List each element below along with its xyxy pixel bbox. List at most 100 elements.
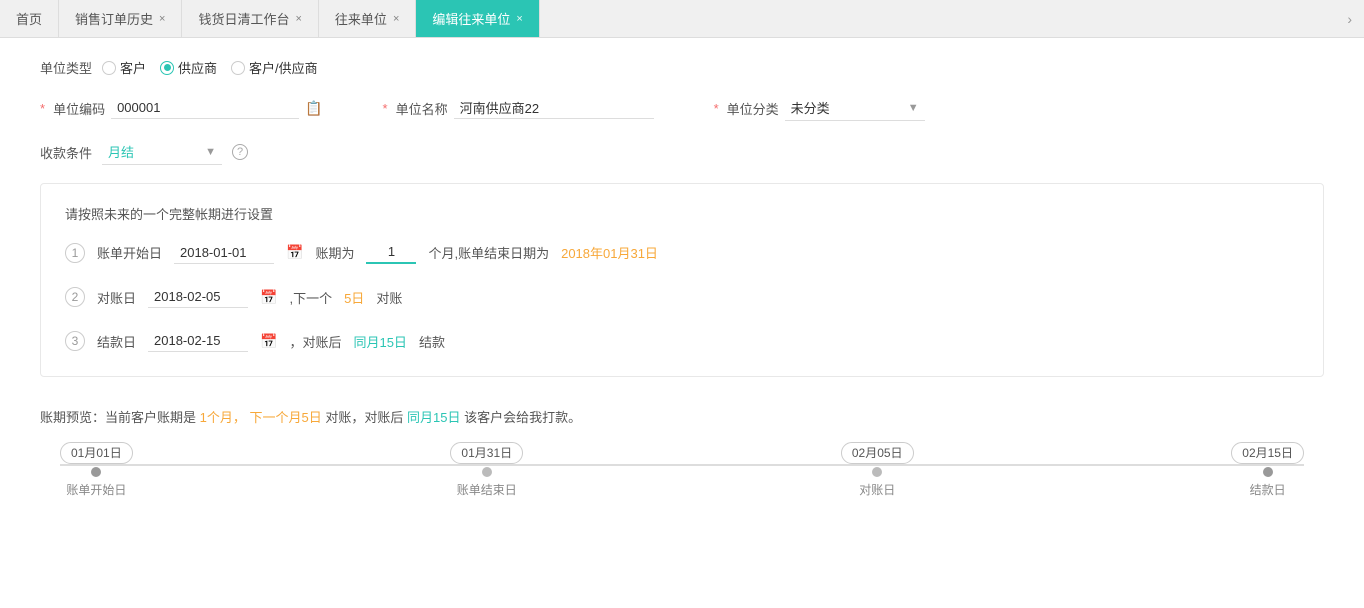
row1-end-date-highlight: 2018年01月31日 <box>561 243 658 262</box>
code-name-class-row: * 单位编码 📋 * 单位名称 * 单位分类 未分类 ▼ <box>40 95 1324 121</box>
timeline-points: 01月01日 账单开始日 01月31日 账单结束日 02月05日 对账日 <box>60 444 1304 498</box>
tab-home-label: 首页 <box>16 9 42 28</box>
preview-label: 账期预览：当前客户账期是 <box>40 410 196 425</box>
tab-partner-close[interactable]: × <box>393 13 399 25</box>
tab-partner[interactable]: 往来单位 × <box>319 0 416 37</box>
row-num-1: 1 <box>65 243 85 263</box>
preview-part1: 1个月， <box>200 410 246 425</box>
tab-sales-history-close[interactable]: × <box>159 13 165 25</box>
period-input[interactable] <box>366 241 416 264</box>
row2-prefix: ,下一个 <box>289 288 332 307</box>
unit-type-row: 单位类型 客户 供应商 客户/供应商 <box>40 58 1324 77</box>
timeline-point-1: 01月01日 账单开始日 <box>60 444 133 498</box>
row3-label: 结款日 <box>97 332 136 351</box>
payment-row: 收款条件 月结 ▼ ? <box>40 139 1324 165</box>
reconcile-date-calendar-icon[interactable]: 📅 <box>260 289 277 306</box>
tab-sales-history-label: 销售订单历史 <box>75 9 153 28</box>
payment-help-icon[interactable]: ? <box>232 144 248 160</box>
radio-both-label: 客户/供应商 <box>249 58 318 77</box>
unit-class-group: * 单位分类 未分类 ▼ <box>714 95 925 121</box>
timeline-wrapper: 01月01日 账单开始日 01月31日 账单结束日 02月05日 对账日 <box>40 444 1324 498</box>
unit-code-star: * <box>40 101 45 116</box>
settings-box-title: 请按照未来的一个完整帐期进行设置 <box>65 204 1299 223</box>
unit-code-label: 单位编码 <box>53 99 105 118</box>
unit-name-input[interactable] <box>454 97 654 119</box>
row1-suffix-after: 个月,账单结束日期为 <box>428 243 549 262</box>
unit-class-select[interactable]: 未分类 ▼ <box>785 95 925 121</box>
preview-part2: 下一个月5日 <box>250 410 322 425</box>
radio-supplier[interactable]: 供应商 <box>160 58 217 77</box>
timeline-badge-3: 02月05日 <box>841 444 914 461</box>
settings-row-1: 1 账单开始日 📅 账期为 个月,账单结束日期为 2018年01月31日 <box>65 241 1299 264</box>
preview-part5: 该客户会给我打款。 <box>464 410 581 425</box>
row2-suffix: 对账 <box>376 288 402 307</box>
row2-label: 对账日 <box>97 288 136 307</box>
unit-code-input[interactable] <box>111 97 299 119</box>
start-date-calendar-icon[interactable]: 📅 <box>286 244 303 261</box>
settings-box: 请按照未来的一个完整帐期进行设置 1 账单开始日 📅 账期为 个月,账单结束日期… <box>40 183 1324 377</box>
timeline-badge-1: 01月01日 <box>60 444 133 461</box>
settings-row-3: 3 结款日 📅 ，对账后 同月15日 结款 <box>65 330 1299 352</box>
row3-highlight: 同月15日 <box>353 332 406 351</box>
timeline-dot-3 <box>872 467 882 477</box>
unit-name-group: * 单位名称 <box>383 97 654 119</box>
start-date-input[interactable] <box>174 242 274 264</box>
unit-type-label: 单位类型 <box>40 58 92 77</box>
timeline-sublabel-3: 对账日 <box>859 481 895 498</box>
settings-row-2: 2 对账日 📅 ,下一个 5日 对账 <box>65 286 1299 308</box>
preview-part3: 对账，对账后 <box>325 410 403 425</box>
tab-cash-work[interactable]: 钱货日清工作台 × <box>182 0 318 37</box>
timeline-dot-4 <box>1263 467 1273 477</box>
tab-home[interactable]: 首页 <box>0 0 59 37</box>
unit-type-radio-group: 客户 供应商 客户/供应商 <box>102 58 318 77</box>
tab-edit-partner-close[interactable]: × <box>516 13 522 25</box>
main-content: 单位类型 客户 供应商 客户/供应商 * 单位编码 📋 * 单位名称 <box>0 38 1364 608</box>
radio-customer[interactable]: 客户 <box>102 58 146 77</box>
timeline-sublabel-4: 结款日 <box>1250 481 1286 498</box>
payment-value: 月结 <box>108 142 201 161</box>
radio-both[interactable]: 客户/供应商 <box>231 58 318 77</box>
unit-class-star: * <box>714 101 719 116</box>
tabs-scroll-arrow[interactable]: › <box>1335 11 1364 27</box>
radio-supplier-label: 供应商 <box>178 58 217 77</box>
timeline-sublabel-1: 账单开始日 <box>66 481 126 498</box>
tab-sales-history[interactable]: 销售订单历史 × <box>59 0 182 37</box>
payment-chevron: ▼ <box>205 146 216 158</box>
row1-suffix-before: 账期为 <box>315 243 354 262</box>
radio-customer-circle <box>102 61 116 75</box>
payment-date-calendar-icon[interactable]: 📅 <box>260 333 277 350</box>
timeline-dot-1 <box>91 467 101 477</box>
radio-supplier-circle <box>160 61 174 75</box>
row-num-3: 3 <box>65 331 85 351</box>
payment-date-input[interactable] <box>148 330 248 352</box>
tab-cash-work-label: 钱货日清工作台 <box>198 9 289 28</box>
timeline-point-2: 01月31日 账单结束日 <box>450 444 523 498</box>
row1-label: 账单开始日 <box>97 243 162 262</box>
unit-class-value: 未分类 <box>791 98 904 117</box>
unit-class-chevron: ▼ <box>908 102 919 114</box>
preview-row: 账期预览：当前客户账期是 1个月， 下一个月5日 对账，对账后 同月15日 该客… <box>40 395 1324 444</box>
payment-label: 收款条件 <box>40 143 92 162</box>
unit-code-copy-icon[interactable]: 📋 <box>305 100 322 117</box>
tab-partner-label: 往来单位 <box>335 9 387 28</box>
timeline-badge-2: 01月31日 <box>450 444 523 461</box>
row3-prefix: ，对账后 <box>289 332 341 351</box>
row2-highlight: 5日 <box>344 288 364 307</box>
timeline-badge-4: 02月15日 <box>1231 444 1304 461</box>
radio-both-circle <box>231 61 245 75</box>
reconcile-date-input[interactable] <box>148 286 248 308</box>
radio-customer-label: 客户 <box>120 58 146 77</box>
tab-edit-partner-label: 编辑往来单位 <box>432 9 510 28</box>
unit-name-label: 单位名称 <box>396 99 448 118</box>
row-num-2: 2 <box>65 287 85 307</box>
tab-edit-partner[interactable]: 编辑往来单位 × <box>416 0 539 37</box>
row3-suffix: 结款 <box>419 332 445 351</box>
unit-class-label: 单位分类 <box>727 99 779 118</box>
preview-part4: 同月15日 <box>407 410 460 425</box>
tab-cash-work-close[interactable]: × <box>295 13 301 25</box>
timeline-point-3: 02月05日 对账日 <box>841 444 914 498</box>
timeline-point-4: 02月15日 结款日 <box>1231 444 1304 498</box>
payment-select[interactable]: 月结 ▼ <box>102 139 222 165</box>
unit-name-star: * <box>383 101 388 116</box>
timeline-dot-2 <box>482 467 492 477</box>
